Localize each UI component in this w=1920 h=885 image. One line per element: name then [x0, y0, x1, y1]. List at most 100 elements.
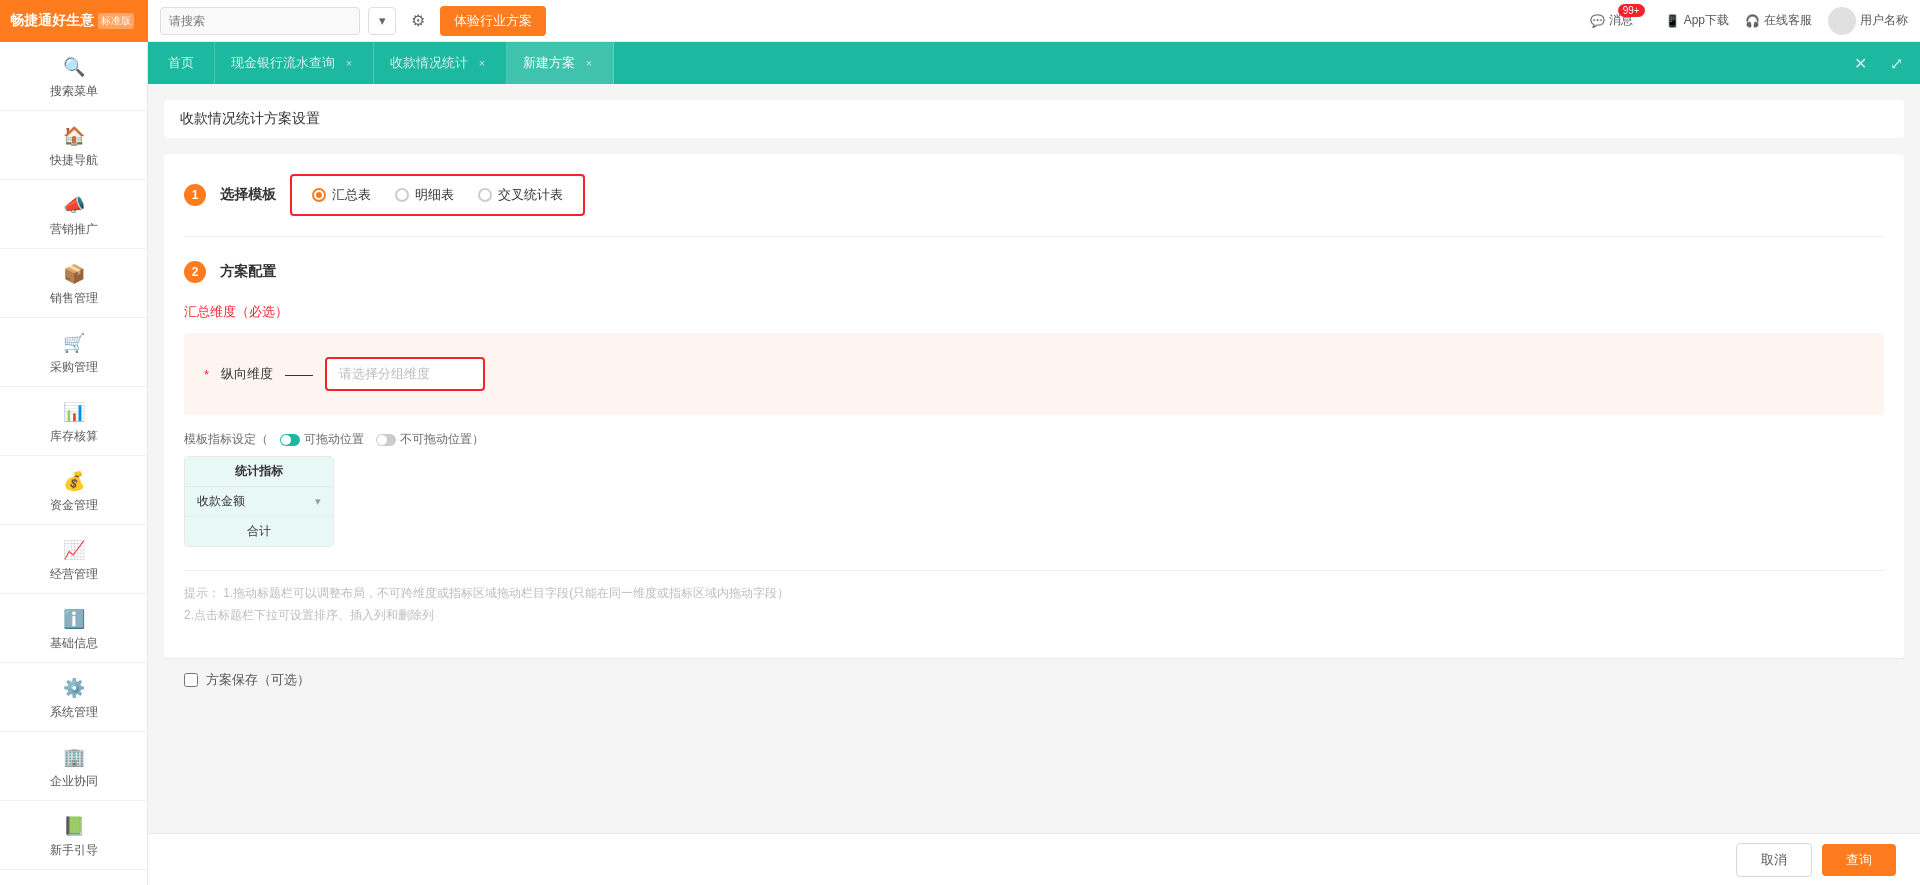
sidebar-item-inventory[interactable]: 📊 库存核算 [0, 387, 147, 456]
tips-area: 提示： 1.拖动标题栏可以调整布局，不可跨维度或指标区域拖动栏目字段(只能在同一… [184, 570, 1884, 638]
search-input[interactable] [160, 7, 360, 35]
sidebar: 🔍 搜索菜单 🏠 快捷导航 📣 营销推广 📦 销售管理 🛒 采购管理 📊 库存核… [0, 42, 148, 885]
template-select-box: 汇总表 明细表 交叉统计表 [290, 174, 585, 216]
tab-receipts[interactable]: 收款情况统计 × [374, 42, 507, 84]
sidebar-item-management[interactable]: 📈 经营管理 [0, 525, 147, 594]
radio-summary[interactable]: 汇总表 [312, 186, 371, 204]
tab-receipts-close[interactable]: × [474, 55, 490, 71]
movable-dot [280, 434, 300, 446]
tab-home[interactable]: 首页 [148, 42, 215, 84]
immovable-label: 不可拖动位置） [400, 431, 484, 448]
sidebar-label-purchase: 采购管理 [50, 359, 98, 376]
sidebar-item-finance[interactable]: 💰 资金管理 [0, 456, 147, 525]
tab-cashflow-close[interactable]: × [341, 55, 357, 71]
tab-bar-expand-btn[interactable]: ⤢ [1882, 49, 1910, 77]
stats-row-0[interactable]: 收款金额 ▾ [185, 487, 333, 517]
search-icon: 🔍 [63, 56, 85, 78]
sidebar-label-search: 搜索菜单 [50, 83, 98, 100]
radio-cross[interactable]: 交叉统计表 [478, 186, 563, 204]
message-badge: 99+ [1618, 4, 1645, 17]
tips-line-1: 2.点击标题栏下拉可设置排序、插入列和删除列 [184, 605, 1884, 627]
download-item[interactable]: 📱 App下载 [1665, 12, 1729, 29]
step1-badge: 1 [184, 184, 206, 206]
step2-badge: 2 [184, 261, 206, 283]
user-area[interactable]: 用户名称 [1828, 7, 1908, 35]
sidebar-label-system: 系统管理 [50, 704, 98, 721]
step2-section: 2 方案配置 汇总维度（必选） * 纵向维度 —— [184, 261, 1884, 638]
service-icon: 🎧 [1745, 14, 1760, 28]
dropdown-btn[interactable]: ▾ [368, 7, 396, 35]
radio-detail-label: 明细表 [415, 186, 454, 204]
sidebar-label-finance: 资金管理 [50, 497, 98, 514]
sidebar-item-search[interactable]: 🔍 搜索菜单 [0, 42, 147, 111]
radio-detail[interactable]: 明细表 [395, 186, 454, 204]
service-item[interactable]: 🎧 在线客服 [1745, 12, 1812, 29]
radio-cross-label: 交叉统计表 [498, 186, 563, 204]
sidebar-item-sales[interactable]: 📦 销售管理 [0, 249, 147, 318]
movable-label: 可拖动位置 [304, 431, 364, 448]
sidebar-item-nav[interactable]: 🏠 快捷导航 [0, 111, 147, 180]
marketing-icon: 📣 [63, 194, 85, 216]
stats-row-1-label: 合计 [247, 524, 271, 538]
logo-tag: 标准版 [98, 13, 134, 29]
immovable-tag: 不可拖动位置） [376, 431, 484, 448]
message-icon: 💬 [1590, 14, 1605, 28]
system-icon: ⚙️ [63, 677, 85, 699]
movable-tag: 可拖动位置 [280, 431, 364, 448]
section-card: 1 选择模板 汇总表 明细表 [164, 154, 1904, 658]
settings-icon[interactable]: ⚙ [404, 7, 432, 35]
radio-detail-circle [395, 188, 409, 202]
sidebar-item-enterprise[interactable]: 🏢 企业协同 [0, 732, 147, 801]
cancel-button[interactable]: 取消 [1736, 843, 1812, 877]
stats-row-0-label: 收款金额 [197, 493, 245, 510]
sidebar-label-enterprise: 企业协同 [50, 773, 98, 790]
radio-group: 汇总表 明细表 交叉统计表 [312, 186, 563, 204]
dimension-field-label: 纵向维度 [221, 365, 273, 383]
sidebar-label-guide: 新手引导 [50, 842, 98, 859]
dimension-title-text: 汇总维度（必选） [184, 304, 288, 319]
username: 用户名称 [1860, 12, 1908, 29]
dimension-input[interactable]: 请选择分组维度 [325, 357, 485, 391]
industry-btn[interactable]: 体验行业方案 [440, 6, 546, 36]
radio-summary-label: 汇总表 [332, 186, 371, 204]
page-title: 收款情况统计方案设置 [164, 100, 1904, 138]
dimension-row: * 纵向维度 —— 请选择分组维度 [204, 357, 1864, 391]
sidebar-label-basic: 基础信息 [50, 635, 98, 652]
stats-row-1: 合计 [185, 517, 333, 546]
indicator-section: 模板指标设定（ 可拖动位置 不可拖动位置） [184, 431, 1884, 550]
stats-grid-header: 统计指标 [185, 457, 333, 487]
message-item[interactable]: 💬 消息 99+ [1590, 12, 1633, 29]
sidebar-label-marketing: 营销推广 [50, 221, 98, 238]
tab-bar: 首页 现金银行流水查询 × 收款情况统计 × 新建方案 × ✕ ⤢ [148, 42, 1920, 84]
indicator-title-text: 模板指标设定（ [184, 431, 268, 448]
step1-row: 1 选择模板 汇总表 明细表 [184, 174, 1884, 216]
tab-newplan-label: 新建方案 [523, 54, 575, 72]
tab-newplan-close[interactable]: × [581, 55, 597, 71]
tab-bar-close-btn[interactable]: ✕ [1846, 49, 1874, 77]
sidebar-item-purchase[interactable]: 🛒 采购管理 [0, 318, 147, 387]
purchase-icon: 🛒 [63, 332, 85, 354]
query-button[interactable]: 查询 [1822, 844, 1896, 876]
sidebar-item-guide[interactable]: 📗 新手引导 [0, 801, 147, 870]
action-bar: 取消 查询 [148, 833, 1920, 885]
radio-cross-circle [478, 188, 492, 202]
save-checkbox[interactable] [184, 673, 198, 687]
management-icon: 📈 [63, 539, 85, 561]
tab-newplan[interactable]: 新建方案 × [507, 42, 614, 84]
sidebar-item-hardware[interactable]: 💡 智能硬件 [0, 870, 147, 885]
immovable-dot [376, 434, 396, 446]
required-star: * [204, 367, 209, 382]
home-icon: 🏠 [63, 125, 85, 147]
sidebar-item-system[interactable]: ⚙️ 系统管理 [0, 663, 147, 732]
sidebar-item-marketing[interactable]: 📣 营销推广 [0, 180, 147, 249]
sidebar-label-nav: 快捷导航 [50, 152, 98, 169]
page-footer: 方案保存（可选） [164, 658, 1904, 701]
tab-cashflow[interactable]: 现金银行流水查询 × [215, 42, 374, 84]
sidebar-item-basic[interactable]: ℹ️ 基础信息 [0, 594, 147, 663]
logo-area: 畅捷通好生意 标准版 [0, 0, 148, 42]
sidebar-label-inventory: 库存核算 [50, 428, 98, 445]
stats-row-0-dropdown[interactable]: ▾ [315, 495, 321, 508]
radio-summary-circle [312, 188, 326, 202]
tab-cashflow-label: 现金银行流水查询 [231, 54, 335, 72]
step1-label: 选择模板 [220, 186, 276, 204]
